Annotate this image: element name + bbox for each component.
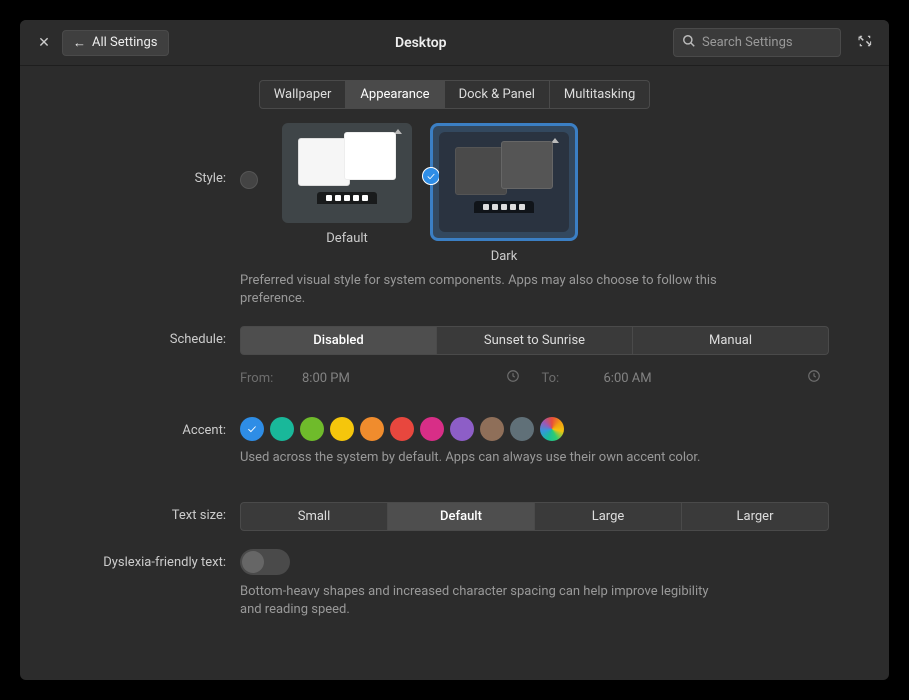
dyslexia-label: Dyslexia-friendly text: (80, 549, 240, 570)
settings-window: ✕ ← All Settings Desktop Wallpaper Appea… (20, 20, 889, 680)
schedule-option-sunset[interactable]: Sunset to Sunrise (437, 326, 633, 355)
accent-swatch-lime[interactable] (300, 417, 324, 441)
accent-label: Accent: (80, 417, 240, 438)
titlebar: ✕ ← All Settings Desktop (20, 20, 889, 66)
textsize-segmented: Small Default Large Larger (240, 502, 829, 531)
accent-swatch-bubblegum[interactable] (420, 417, 444, 441)
back-arrow-icon: ← (73, 35, 86, 51)
back-label: All Settings (92, 35, 158, 50)
clock-icon (506, 369, 520, 387)
style-scheduler-indicator[interactable] (240, 171, 258, 189)
tab-multitasking[interactable]: Multitasking (550, 80, 650, 109)
search-icon (682, 33, 696, 52)
textsize-label: Text size: (80, 502, 240, 523)
accent-swatch-strawberry[interactable] (390, 417, 414, 441)
close-button[interactable]: ✕ (32, 31, 56, 55)
style-option-dark[interactable]: ✓ Dark (430, 123, 578, 264)
style-row: Style: Default (80, 123, 829, 308)
textsize-option-default[interactable]: Default (388, 502, 535, 531)
dyslexia-description: Bottom-heavy shapes and increased charac… (240, 583, 720, 619)
style-preview-dark (439, 132, 569, 232)
schedule-option-manual[interactable]: Manual (633, 326, 829, 355)
accent-row: Accent: ✓ Used across the system by defa… (80, 417, 829, 467)
accent-swatch-grape[interactable] (450, 417, 474, 441)
style-option-default[interactable]: Default (282, 123, 412, 246)
clock-icon (807, 369, 821, 387)
style-caption-default: Default (326, 231, 368, 246)
maximize-button[interactable] (853, 31, 877, 55)
search-field[interactable] (673, 28, 841, 57)
dyslexia-toggle[interactable] (240, 549, 290, 575)
accent-swatch-slate[interactable] (510, 417, 534, 441)
close-icon: ✕ (38, 35, 50, 51)
search-input[interactable] (702, 35, 832, 50)
style-preview-default (282, 123, 412, 223)
toggle-knob (242, 551, 264, 573)
accent-swatch-blueberry[interactable]: ✓ (240, 417, 264, 441)
to-time-input[interactable]: 6:00 AM (596, 365, 830, 391)
textsize-option-small[interactable]: Small (240, 502, 388, 531)
tab-appearance[interactable]: Appearance (346, 80, 444, 109)
from-label: From: (240, 371, 280, 386)
textsize-row: Text size: Small Default Large Larger (80, 502, 829, 531)
all-settings-button[interactable]: ← All Settings (62, 30, 169, 56)
tab-wallpaper[interactable]: Wallpaper (259, 80, 347, 109)
schedule-time-row: From: 8:00 PM To: 6:00 AM (240, 365, 829, 391)
to-label: To: (542, 371, 582, 386)
desktop-tabs: Wallpaper Appearance Dock & Panel Multit… (20, 66, 889, 123)
accent-swatch-mint[interactable] (270, 417, 294, 441)
to-time-value: 6:00 AM (604, 371, 652, 386)
from-time-input[interactable]: 8:00 PM (294, 365, 528, 391)
textsize-option-large[interactable]: Large (535, 502, 682, 531)
schedule-option-disabled[interactable]: Disabled (240, 326, 437, 355)
schedule-segmented: Disabled Sunset to Sunrise Manual (240, 326, 829, 355)
dyslexia-row: Dyslexia-friendly text: Bottom-heavy sha… (80, 549, 829, 619)
page-title: Desktop (169, 35, 674, 51)
style-label: Style: (80, 123, 240, 186)
accent-swatch-cocoa[interactable] (480, 417, 504, 441)
style-caption-dark: Dark (491, 249, 518, 264)
style-description: Preferred visual style for system compon… (240, 272, 720, 308)
accent-swatches: ✓ (240, 417, 829, 441)
schedule-row: Schedule: Disabled Sunset to Sunrise Man… (80, 326, 829, 391)
from-time-value: 8:00 PM (302, 371, 350, 386)
accent-swatch-orange[interactable] (360, 417, 384, 441)
accent-swatch-banana[interactable] (330, 417, 354, 441)
accent-description: Used across the system by default. Apps … (240, 449, 720, 467)
maximize-icon (858, 33, 872, 52)
textsize-option-larger[interactable]: Larger (682, 502, 829, 531)
appearance-content: Style: Default (20, 123, 889, 680)
check-icon: ✓ (422, 167, 440, 185)
schedule-label: Schedule: (80, 326, 240, 347)
accent-swatch-auto[interactable] (540, 417, 564, 441)
tab-dock-panel[interactable]: Dock & Panel (445, 80, 550, 109)
